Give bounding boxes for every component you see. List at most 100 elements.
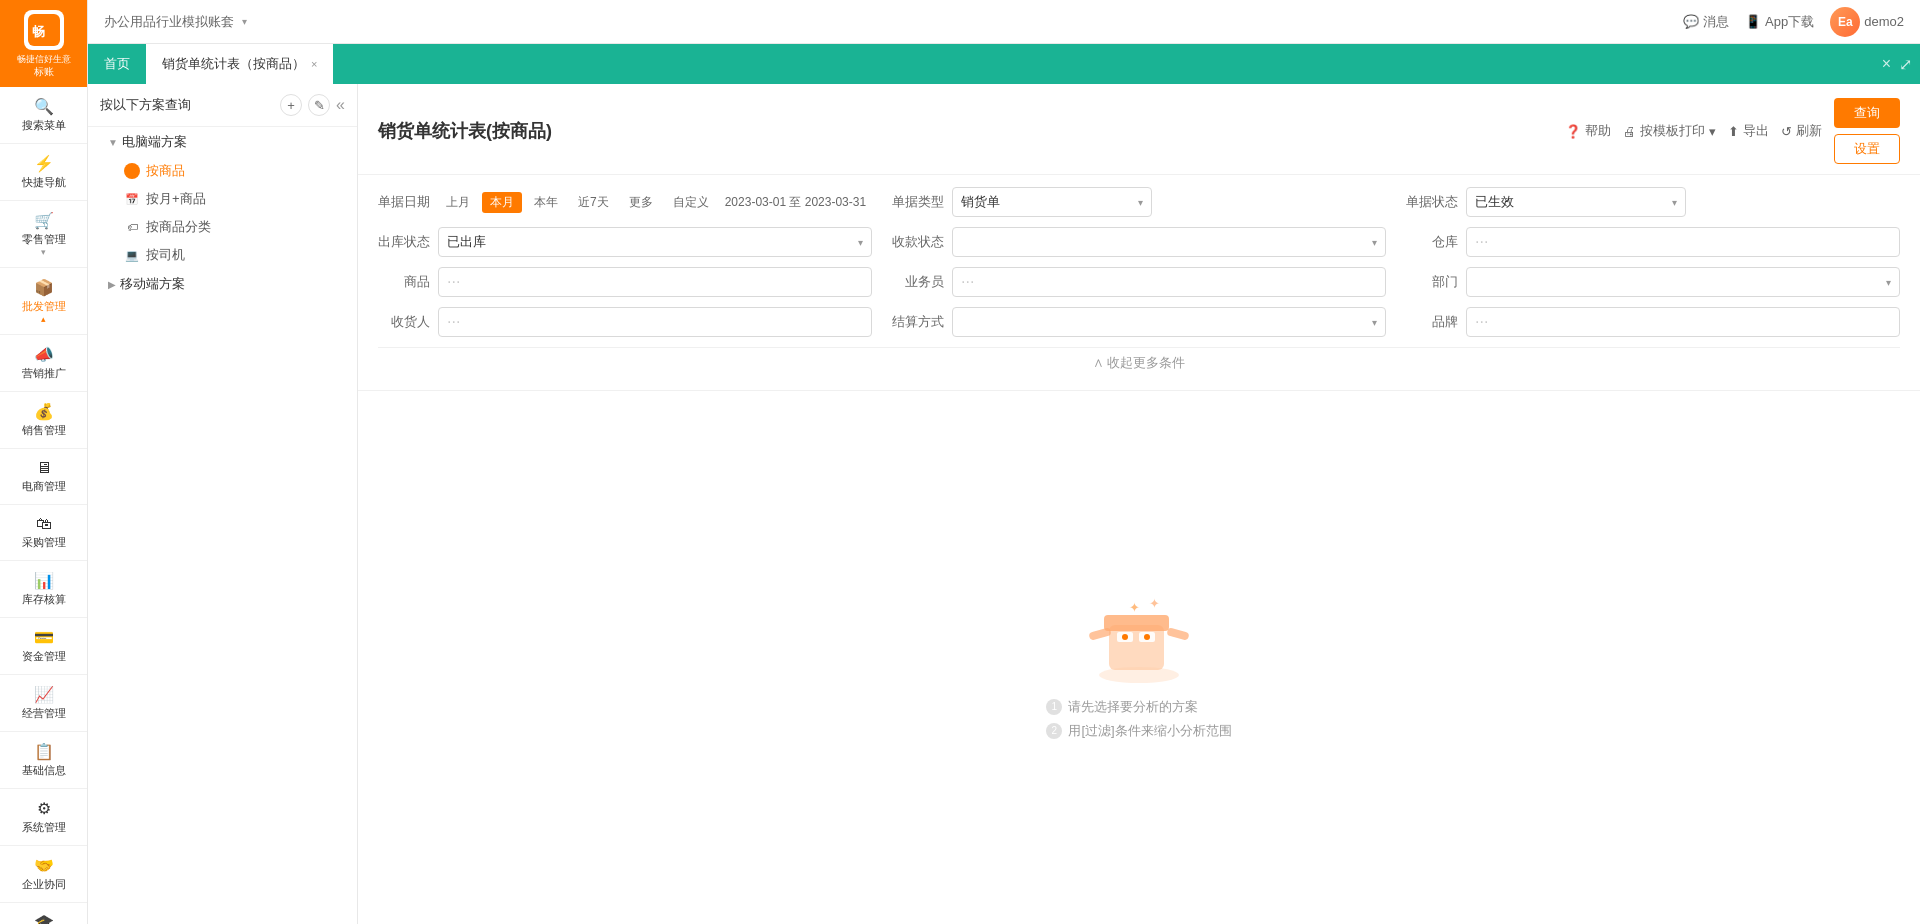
date-control: 上月 本月 本年 近7天 更多 自定义 2023-03-01 至 2023-03… xyxy=(438,192,872,213)
query-button[interactable]: 查询 xyxy=(1834,98,1900,128)
sidebar-item-marketing[interactable]: 📣 营销推广 xyxy=(0,335,87,392)
date-more-btn[interactable]: 更多 xyxy=(621,192,661,213)
export-btn[interactable]: ⬆ 导出 xyxy=(1728,122,1769,140)
empty-illustration: ✦ ✦ xyxy=(1079,570,1199,690)
sidebar-item-system[interactable]: ⚙ 系统管理 xyxy=(0,789,87,846)
type-dropdown-icon: ▾ xyxy=(1138,197,1143,208)
sidebar-item-search[interactable]: 🔍 搜索菜单 xyxy=(0,87,87,144)
brand-input[interactable]: ··· xyxy=(1466,307,1900,337)
cart-icon: 🛒 xyxy=(4,211,83,230)
date-this-month-btn[interactable]: 本月 xyxy=(482,192,522,213)
help-btn[interactable]: ❓ 帮助 xyxy=(1565,122,1611,140)
type-select[interactable]: 销货单 ▾ xyxy=(952,187,1152,217)
sidebar-item-operations[interactable]: 📈 经营管理 xyxy=(0,675,87,732)
tab-sales-stat[interactable]: 销货单统计表（按商品） × xyxy=(146,44,333,84)
app-tagline: 畅捷信好生意 xyxy=(17,54,71,65)
salesman-input[interactable]: ··· xyxy=(952,267,1386,297)
sidebar-item-enterprise[interactable]: 🤝 企业协同 xyxy=(0,846,87,903)
refresh-btn[interactable]: ↺ 刷新 xyxy=(1781,122,1822,140)
help-icon: ❓ xyxy=(1565,124,1581,139)
breadcrumb-dropdown-icon[interactable]: ▾ xyxy=(242,16,247,27)
scheme-by-cashier[interactable]: 💻 按司机 xyxy=(88,241,357,269)
svg-text:畅: 畅 xyxy=(32,24,45,39)
template-print-btn[interactable]: 🖨 按模板打印 ▾ xyxy=(1623,122,1716,140)
pay-method-select[interactable]: ▾ xyxy=(952,307,1386,337)
tab-bar-right: × ⤢ xyxy=(1882,55,1920,74)
salesman-ellipsis[interactable]: ··· xyxy=(961,273,974,291)
pay-status-arrow: ▾ xyxy=(1372,237,1377,248)
mobile-group-header[interactable]: ▶ 移动端方案 xyxy=(88,269,357,299)
header-right-actions: 💬 消息 📱 App下载 Ea demo2 xyxy=(1683,7,1904,37)
date-last-7days-btn[interactable]: 近7天 xyxy=(570,192,617,213)
date-this-year-btn[interactable]: 本年 xyxy=(526,192,566,213)
filter-area: 单据日期 上月 本月 本年 近7天 更多 自定义 2023-03-01 至 20… xyxy=(358,175,1920,391)
scheme-month-product[interactable]: 📅 按月+商品 xyxy=(88,185,357,213)
graduation-icon: 🎓 xyxy=(4,913,83,924)
warehouse-ellipsis[interactable]: ··· xyxy=(1475,233,1488,251)
download-icon: 📱 xyxy=(1745,14,1761,29)
add-scheme-btn[interactable]: + xyxy=(280,94,302,116)
main-area: 办公用品行业模拟账套 ▾ 💬 消息 📱 App下载 Ea demo2 首页 销货… xyxy=(88,0,1920,924)
app-download-btn[interactable]: 📱 App下载 xyxy=(1745,13,1814,31)
product-input[interactable]: ··· xyxy=(438,267,872,297)
computer-icon: 💻 xyxy=(124,247,140,263)
set-button[interactable]: 设置 xyxy=(1834,134,1900,164)
department-select[interactable]: ▾ xyxy=(1466,267,1900,297)
page-title: 销货单统计表(按商品) xyxy=(378,119,552,143)
svg-point-8 xyxy=(1144,634,1150,640)
sidebar-item-ecommerce[interactable]: 🖥 电商管理 xyxy=(0,449,87,505)
date-tabs: 上月 本月 本年 近7天 更多 自定义 xyxy=(438,192,717,213)
active-scheme-dot xyxy=(124,163,140,179)
print-icon: 🖨 xyxy=(1623,124,1636,139)
scheme-product-category[interactable]: 🏷 按商品分类 xyxy=(88,213,357,241)
tab-close-window-btn[interactable]: × xyxy=(1882,55,1891,73)
sidebar-item-quicknav[interactable]: ⚡ 快捷导航 xyxy=(0,144,87,201)
dept-arrow: ▾ xyxy=(1886,277,1891,288)
pay-status-select[interactable]: ▾ xyxy=(952,227,1386,257)
user-profile-btn[interactable]: Ea demo2 xyxy=(1830,7,1904,37)
empty-tip-1: 1 请先选择要分析的方案 xyxy=(1046,698,1231,716)
brand-ellipsis[interactable]: ··· xyxy=(1475,313,1488,331)
status-label: 单据状态 xyxy=(1406,193,1458,211)
tag-icon: 🏷 xyxy=(124,219,140,235)
date-last-month-btn[interactable]: 上月 xyxy=(438,192,478,213)
sidebar-item-basics[interactable]: 📋 基础信息 xyxy=(0,732,87,789)
left-panel: 按以下方案查询 + ✎ « ▼ 电脑端方案 按商品 📅 按月+商品 xyxy=(88,84,358,924)
avatar: Ea xyxy=(1830,7,1860,37)
recipient-ellipsis[interactable]: ··· xyxy=(447,313,460,331)
sidebar-item-purchase[interactable]: 🛍 采购管理 xyxy=(0,505,87,561)
status-select[interactable]: 已生效 ▾ xyxy=(1466,187,1686,217)
right-panel: 销货单统计表(按商品) ❓ 帮助 🖨 按模板打印 ▾ ⬆ 导出 xyxy=(358,84,1920,924)
collapse-filter-btn[interactable]: ∧ 收起更多条件 xyxy=(378,347,1900,378)
flash-icon: ⚡ xyxy=(4,154,83,173)
svg-text:✦: ✦ xyxy=(1149,596,1160,611)
recipient-input[interactable]: ··· xyxy=(438,307,872,337)
svg-rect-9 xyxy=(1088,627,1111,640)
sidebar-item-inventory[interactable]: 📊 库存核算 xyxy=(0,561,87,618)
wh-status-select[interactable]: 已出库 ▾ xyxy=(438,227,872,257)
scheme-by-product[interactable]: 按商品 xyxy=(88,157,357,185)
wh-status-arrow: ▾ xyxy=(858,237,863,248)
message-icon: 💬 xyxy=(1683,14,1699,29)
sidebar-item-wholesale[interactable]: 📦 批发管理 ▴ xyxy=(0,268,87,335)
sidebar-item-finance[interactable]: 💳 资金管理 xyxy=(0,618,87,675)
desktop-group-header[interactable]: ▼ 电脑端方案 xyxy=(88,127,357,157)
tab-home[interactable]: 首页 xyxy=(88,44,146,84)
warehouse-input[interactable]: ··· xyxy=(1466,227,1900,257)
left-panel-title: 按以下方案查询 xyxy=(100,96,191,114)
sidebar-item-sales[interactable]: 💰 销售管理 xyxy=(0,392,87,449)
export-icon: ⬆ xyxy=(1728,124,1739,139)
payment-method-filter: 结算方式 ▾ xyxy=(892,307,1386,337)
product-ellipsis[interactable]: ··· xyxy=(447,273,460,291)
warehouse-status-filter: 出库状态 已出库 ▾ xyxy=(378,227,872,257)
left-panel-actions: + ✎ « xyxy=(280,94,345,116)
date-custom-btn[interactable]: 自定义 xyxy=(665,192,717,213)
tab-close-btn[interactable]: × xyxy=(311,58,317,70)
tab-fullscreen-btn[interactable]: ⤢ xyxy=(1899,55,1912,74)
sidebar-item-retail[interactable]: 🛒 零售管理 ▾ xyxy=(0,201,87,268)
tab-bar: 首页 销货单统计表（按商品） × × ⤢ xyxy=(88,44,1920,84)
edit-scheme-btn[interactable]: ✎ xyxy=(308,94,330,116)
sidebar-item-newbie[interactable]: 🎓 新手引导 xyxy=(0,903,87,924)
collapse-panel-btn[interactable]: « xyxy=(336,96,345,114)
message-btn[interactable]: 💬 消息 xyxy=(1683,13,1729,31)
